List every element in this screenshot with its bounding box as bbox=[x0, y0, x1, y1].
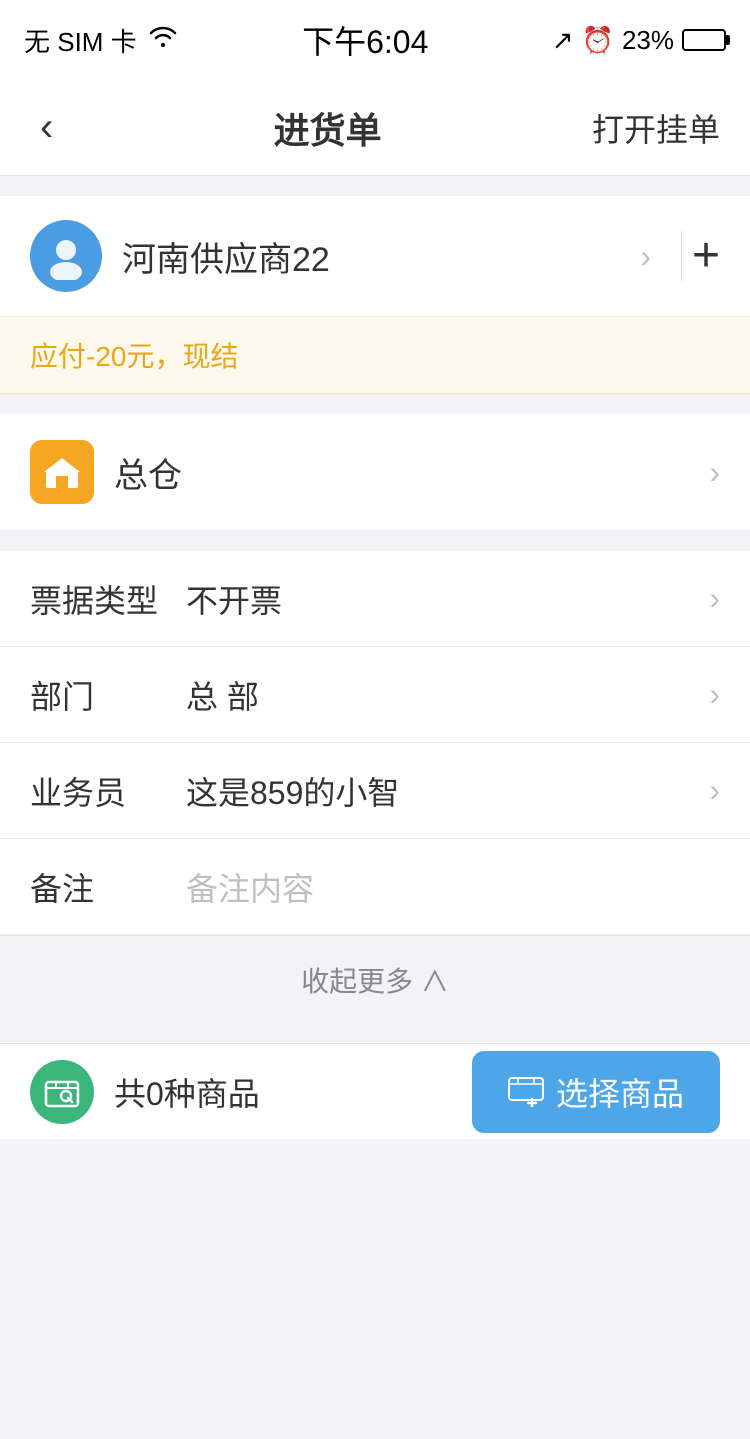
warehouse-row[interactable]: 总仓 › bbox=[0, 414, 750, 531]
select-product-label: 选择商品 bbox=[556, 1069, 684, 1115]
mid-divider2 bbox=[0, 531, 750, 551]
warehouse-section: 总仓 › bbox=[0, 414, 750, 531]
salesperson-chevron-icon: › bbox=[709, 772, 720, 809]
salesperson-row[interactable]: 业务员 这是859的小智 › bbox=[0, 743, 750, 839]
collapse-label: 收起更多 ∧ bbox=[301, 960, 449, 1000]
warehouse-icon bbox=[30, 440, 94, 504]
supplier-avatar bbox=[30, 220, 102, 292]
product-icon bbox=[30, 1060, 94, 1124]
collapse-button[interactable]: 收起更多 ∧ bbox=[0, 935, 750, 1023]
remark-input[interactable]: 备注内容 bbox=[170, 864, 720, 910]
salesperson-label: 业务员 bbox=[30, 768, 170, 814]
warehouse-chevron-icon: › bbox=[709, 454, 720, 491]
department-row[interactable]: 部门 总 部 › bbox=[0, 647, 750, 743]
supplier-row[interactable]: 河南供应商22 › + bbox=[0, 196, 750, 317]
open-pending-button[interactable]: 打开挂单 bbox=[592, 105, 720, 151]
wifi-icon bbox=[147, 25, 179, 56]
battery-percent: 23% bbox=[622, 25, 674, 56]
remark-label: 备注 bbox=[30, 864, 170, 910]
battery-icon bbox=[682, 29, 726, 51]
status-time: 下午6:04 bbox=[302, 17, 428, 63]
nav-bar: ‹ 进货单 打开挂单 bbox=[0, 80, 750, 176]
supplier-divider bbox=[681, 231, 682, 281]
status-left: 无 SIM 卡 bbox=[24, 22, 179, 59]
department-label: 部门 bbox=[30, 672, 170, 718]
invoice-type-chevron-icon: › bbox=[709, 580, 720, 617]
invoice-type-label: 票据类型 bbox=[30, 576, 170, 622]
product-count-label: 共0种商品 bbox=[114, 1069, 472, 1115]
page-title: 进货单 bbox=[274, 102, 382, 154]
department-chevron-icon: › bbox=[709, 676, 720, 713]
department-value: 总 部 bbox=[170, 672, 709, 718]
background-fill bbox=[0, 1139, 750, 1439]
supplier-chevron-icon: › bbox=[640, 238, 651, 275]
add-supplier-button[interactable]: + bbox=[692, 232, 720, 280]
status-bar: 无 SIM 卡 下午6:04 ↗ ⏰ 23% bbox=[0, 0, 750, 80]
bottom-divider bbox=[0, 1023, 750, 1043]
mid-divider1 bbox=[0, 394, 750, 414]
form-section: 票据类型 不开票 › 部门 总 部 › 业务员 这是859的小智 › 备注 备注… bbox=[0, 551, 750, 935]
alarm-icon: ⏰ bbox=[582, 25, 614, 56]
remark-row[interactable]: 备注 备注内容 bbox=[0, 839, 750, 935]
top-divider bbox=[0, 176, 750, 196]
supplier-name: 河南供应商22 bbox=[122, 232, 640, 281]
select-product-button[interactable]: 选择商品 bbox=[472, 1051, 720, 1133]
warehouse-name: 总仓 bbox=[114, 448, 709, 497]
salesperson-value: 这是859的小智 bbox=[170, 768, 709, 814]
bottom-bar: 共0种商品 选择商品 bbox=[0, 1043, 750, 1139]
back-button[interactable]: ‹ bbox=[30, 95, 63, 160]
invoice-type-row[interactable]: 票据类型 不开票 › bbox=[0, 551, 750, 647]
notice-text: 应付-20元，现结 bbox=[30, 341, 238, 372]
status-right: ↗ ⏰ 23% bbox=[552, 25, 726, 56]
location-icon: ↗ bbox=[552, 25, 574, 56]
carrier-label: 无 SIM 卡 bbox=[24, 22, 137, 59]
invoice-type-value: 不开票 bbox=[170, 576, 709, 622]
supplier-section: 河南供应商22 › + 应付-20元，现结 bbox=[0, 196, 750, 394]
notice-bar: 应付-20元，现结 bbox=[0, 317, 750, 394]
